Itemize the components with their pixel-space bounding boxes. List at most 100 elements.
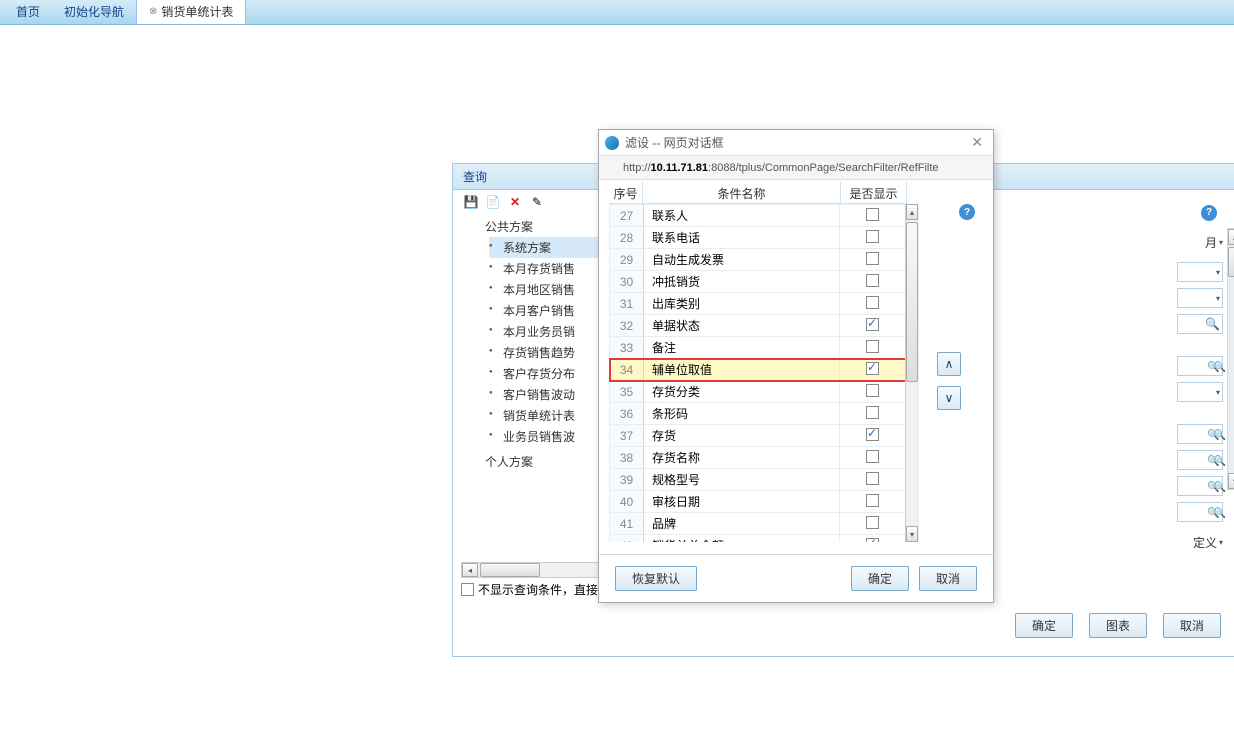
checkbox-icon[interactable] [866, 296, 879, 309]
folder-public-scheme[interactable]: 公共方案 系统方案 本月存货销售 本月地区销售 本月客户销售 本月业务员销 存货… [471, 216, 616, 451]
tree-item[interactable]: 业务员销售波 [489, 426, 616, 447]
row-checkbox-cell[interactable] [840, 469, 906, 491]
checkbox-icon[interactable] [866, 538, 879, 543]
chevron-down-icon[interactable]: ▾ [1219, 538, 1223, 547]
ok-button[interactable]: 确定 [1015, 613, 1073, 638]
edit-icon[interactable]: ✎ [529, 194, 545, 210]
table-row[interactable]: 27联系人 [610, 205, 906, 227]
checkbox-icon[interactable] [866, 494, 879, 507]
tree-item[interactable]: 本月地区销售 [489, 279, 616, 300]
field-dropdown[interactable]: ▾ [1177, 262, 1223, 282]
table-row[interactable]: 40审核日期 [610, 491, 906, 513]
delete-icon[interactable]: ✕ [507, 194, 523, 210]
chart-button[interactable]: 图表 [1089, 613, 1147, 638]
tree-item-system-scheme[interactable]: 系统方案 [489, 237, 616, 258]
row-checkbox-cell[interactable] [840, 447, 906, 469]
row-checkbox-cell[interactable] [840, 425, 906, 447]
import-icon[interactable]: 📄 [485, 194, 501, 210]
table-row[interactable]: 35存货分类 [610, 381, 906, 403]
cancel-button[interactable]: 取消 [1163, 613, 1221, 638]
search-field-multi[interactable] [1177, 450, 1223, 470]
table-row[interactable]: 30冲抵销货 [610, 271, 906, 293]
chevron-down-icon[interactable]: ▾ [1219, 238, 1223, 247]
checkbox-icon[interactable] [866, 428, 879, 441]
checkbox-icon[interactable] [866, 230, 879, 243]
checkbox-icon[interactable] [866, 318, 879, 331]
checkbox-icon[interactable] [866, 450, 879, 463]
checkbox-icon[interactable] [866, 516, 879, 529]
table-row[interactable]: 31出库类别 [610, 293, 906, 315]
row-checkbox-cell[interactable] [840, 271, 906, 293]
tree-h-scrollbar[interactable]: ◂ ▸ [461, 562, 616, 578]
tree-item[interactable]: 本月业务员销 [489, 321, 616, 342]
table-row[interactable]: 28联系电话 [610, 227, 906, 249]
search-field-multi[interactable] [1177, 476, 1223, 496]
scroll-down-icon[interactable]: ▾ [906, 526, 918, 542]
save-icon[interactable]: 💾 [463, 194, 479, 210]
row-checkbox-cell[interactable] [840, 535, 906, 543]
search-field-multi[interactable] [1177, 502, 1223, 522]
table-row[interactable]: 37存货 [610, 425, 906, 447]
help-icon[interactable]: ? [1201, 204, 1217, 221]
row-checkbox-cell[interactable] [840, 359, 906, 381]
folder-personal-scheme[interactable]: 个人方案 [471, 451, 616, 472]
search-field[interactable]: 🔍 [1177, 314, 1223, 334]
cancel-button[interactable]: 取消 [919, 566, 977, 591]
close-icon[interactable]: ✕ [967, 134, 987, 151]
scroll-up-icon[interactable]: ▴ [906, 204, 918, 220]
row-checkbox-cell[interactable] [840, 491, 906, 513]
row-checkbox-cell[interactable] [840, 293, 906, 315]
ok-button[interactable]: 确定 [851, 566, 909, 591]
table-row[interactable]: 32单据状态 [610, 315, 906, 337]
table-row[interactable]: 34辅单位取值 [610, 359, 906, 381]
table-row[interactable]: 41品牌 [610, 513, 906, 535]
tab-home[interactable]: 首页 [4, 0, 52, 24]
scroll-thumb[interactable] [906, 222, 918, 382]
move-down-button[interactable]: ∨ [937, 386, 961, 410]
help-icon[interactable]: ? [959, 204, 975, 220]
row-checkbox-cell[interactable] [840, 227, 906, 249]
tree-item[interactable]: 销货单统计表 [489, 405, 616, 426]
tab-sales-stat[interactable]: ⊗ 销货单统计表 [136, 0, 246, 24]
tree-item[interactable]: 本月存货销售 [489, 258, 616, 279]
scroll-thumb[interactable] [1228, 247, 1234, 277]
field-dropdown[interactable]: ▾ [1177, 382, 1223, 402]
checkbox-icon[interactable] [866, 384, 879, 397]
filter-v-scrollbar[interactable]: ▴ ▾ [905, 204, 919, 542]
table-row[interactable]: 29自动生成发票 [610, 249, 906, 271]
right-v-scrollbar[interactable]: ▴ ▾ [1227, 228, 1234, 490]
restore-default-button[interactable]: 恢复默认 [615, 566, 697, 591]
field-dropdown[interactable]: ▾ [1177, 288, 1223, 308]
row-checkbox-cell[interactable] [840, 513, 906, 535]
table-row[interactable]: 38存货名称 [610, 447, 906, 469]
hide-conditions-checkbox[interactable]: 不显示查询条件，直接进 [461, 581, 610, 598]
row-checkbox-cell[interactable] [840, 381, 906, 403]
checkbox-icon[interactable] [461, 583, 474, 596]
row-checkbox-cell[interactable] [840, 403, 906, 425]
table-row[interactable]: 42销货单总金额 [610, 535, 906, 543]
close-icon[interactable]: ⊗ [149, 6, 157, 17]
row-checkbox-cell[interactable] [840, 315, 906, 337]
row-checkbox-cell[interactable] [840, 205, 906, 227]
checkbox-icon[interactable] [866, 340, 879, 353]
checkbox-icon[interactable] [866, 208, 879, 221]
tree-item[interactable]: 客户存货分布 [489, 363, 616, 384]
table-row[interactable]: 33备注 [610, 337, 906, 359]
move-up-button[interactable]: ∧ [937, 352, 961, 376]
row-checkbox-cell[interactable] [840, 337, 906, 359]
tree-item[interactable]: 存货销售趋势 [489, 342, 616, 363]
table-row[interactable]: 36条形码 [610, 403, 906, 425]
table-row[interactable]: 39规格型号 [610, 469, 906, 491]
scroll-up-icon[interactable]: ▴ [1228, 229, 1234, 245]
checkbox-icon[interactable] [866, 472, 879, 485]
search-field-multi[interactable] [1177, 424, 1223, 444]
checkbox-icon[interactable] [866, 252, 879, 265]
tab-init-nav[interactable]: 初始化导航 [52, 0, 136, 24]
scroll-thumb[interactable] [480, 563, 540, 577]
search-field-multi[interactable] [1177, 356, 1223, 376]
tree-item[interactable]: 本月客户销售 [489, 300, 616, 321]
checkbox-icon[interactable] [866, 362, 879, 375]
row-checkbox-cell[interactable] [840, 249, 906, 271]
scroll-down-icon[interactable]: ▾ [1228, 473, 1234, 489]
tree-item[interactable]: 客户销售波动 [489, 384, 616, 405]
